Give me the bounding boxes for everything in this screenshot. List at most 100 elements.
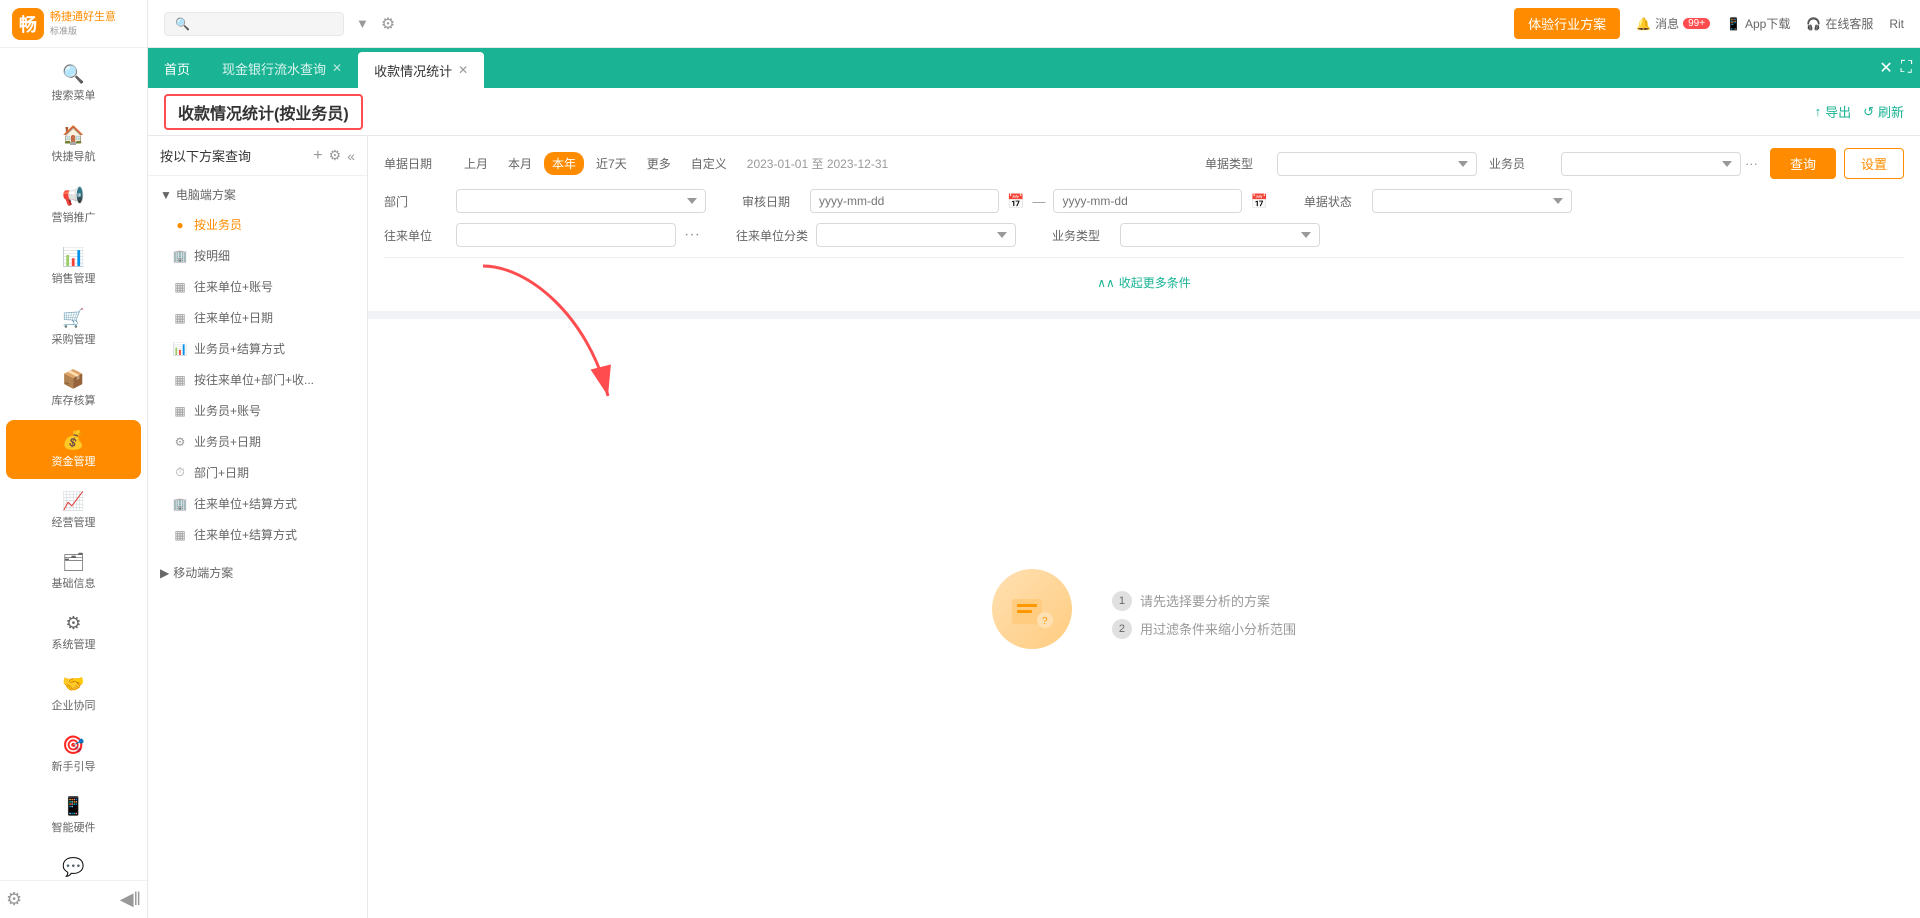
- topbar-chevron-icon[interactable]: ▼: [356, 16, 369, 31]
- salesperson-account-icon: ▦: [172, 403, 188, 419]
- date-buttons-group: 上月 本月 本年 近7天 更多 自定义: [456, 152, 735, 175]
- user-avatar[interactable]: Rit: [1889, 17, 1904, 31]
- scheme-group-desktop-title[interactable]: ▼ 电脑端方案: [148, 180, 367, 209]
- partner-date-icon: ▦: [172, 310, 188, 326]
- content-wrapper: 按以下方案查询 + ⚙ « ▼ 电脑端方案 ● 按业务员 🏢: [148, 136, 1920, 918]
- bell-icon: 🔔: [1636, 17, 1651, 31]
- service-icon: 🎧: [1806, 17, 1821, 31]
- collapse-panel-icon[interactable]: «: [347, 148, 355, 164]
- scheme-group-mobile-title[interactable]: ▶ 移动端方案: [148, 558, 367, 587]
- tab-bank-close-icon[interactable]: ✕: [332, 61, 342, 75]
- tab-receipt-close-icon[interactable]: ✕: [458, 63, 468, 77]
- scheme-item-partner-account[interactable]: ▦ 往来单位+账号: [148, 271, 367, 302]
- sidebar-item-label: 营销推广: [52, 209, 96, 225]
- sidebar-item-basic[interactable]: 🗂 基础信息: [6, 542, 141, 601]
- salesperson-select[interactable]: [1561, 152, 1741, 176]
- page-title-box: 收款情况统计(按业务员): [164, 94, 363, 130]
- setting-button[interactable]: 设置: [1844, 148, 1904, 179]
- voucher-type-label: 单据类型: [1205, 155, 1265, 172]
- tab-bank-label: 现金银行流水查询: [222, 59, 326, 78]
- sidebar-item-label: 销售管理: [52, 270, 96, 286]
- scheme-item-partner-settlement2[interactable]: ▦ 往来单位+结算方式: [148, 519, 367, 550]
- collapse-filter-button[interactable]: ∧∧ 收起更多条件: [1089, 266, 1199, 299]
- calendar-end-icon[interactable]: 📅: [1250, 193, 1267, 210]
- scheme-item-partner-dept[interactable]: ▦ 按往来单位+部门+收...: [148, 364, 367, 395]
- settings-footer-icon[interactable]: ⚙: [6, 889, 22, 910]
- date-btn-this-year[interactable]: 本年: [544, 152, 584, 175]
- scheme-item-salesperson-settlement[interactable]: 📊 业务员+结算方式: [148, 333, 367, 364]
- notifications-badge: 99+: [1683, 18, 1710, 29]
- partner-category-select[interactable]: [816, 223, 1016, 247]
- review-date-label: 审核日期: [742, 193, 802, 210]
- date-btn-more[interactable]: 更多: [639, 152, 679, 175]
- topbar-gear-icon[interactable]: ⚙: [381, 14, 395, 34]
- online-service-label: 在线客服: [1825, 15, 1873, 32]
- logo-icon: 畅: [12, 8, 44, 40]
- query-button[interactable]: 查询: [1770, 148, 1836, 179]
- salesperson-scheme-icon: ●: [172, 217, 188, 233]
- scheme-item-partner-date[interactable]: ▦ 往来单位+日期: [148, 302, 367, 333]
- scheme-item-salesperson-account[interactable]: ▦ 业务员+账号: [148, 395, 367, 426]
- tabbar-end: ✕ ⛶: [1879, 58, 1920, 78]
- review-date-end[interactable]: [1053, 189, 1242, 213]
- collapse-label: 收起更多条件: [1119, 274, 1191, 291]
- salesperson-settlement-icon: 📊: [172, 341, 188, 357]
- sidebar-item-wechat[interactable]: 💬 企业微信: [6, 847, 141, 880]
- scheme-item-label: 往来单位+结算方式: [194, 526, 297, 543]
- scheme-item-partner-settlement1[interactable]: 🏢 往来单位+结算方式: [148, 488, 367, 519]
- dept-select[interactable]: [456, 189, 706, 213]
- filter-row-1: 单据日期 上月 本月 本年 近7天 更多 自定义 2023-01-01 至 20…: [384, 148, 1904, 179]
- tab-bank[interactable]: 现金银行流水查询 ✕: [206, 48, 358, 88]
- page-actions: ↑ 导出 ↺ 刷新: [1815, 102, 1904, 121]
- topbar-search[interactable]: 🔍: [164, 12, 344, 36]
- scheme-item-salesperson-date[interactable]: ⚙ 业务员+日期: [148, 426, 367, 457]
- review-date-start[interactable]: [810, 189, 999, 213]
- sidebar-footer: ⚙ ◀‖: [0, 880, 147, 918]
- sidebar-item-purchase[interactable]: 🛒 采购管理: [6, 298, 141, 357]
- calendar-start-icon[interactable]: 📅: [1007, 193, 1024, 210]
- sidebar-item-finance[interactable]: 💰 资金管理: [6, 420, 141, 479]
- notifications-item[interactable]: 🔔 消息 99+: [1636, 15, 1710, 32]
- sidebar-item-sales[interactable]: 📊 销售管理: [6, 237, 141, 296]
- voucher-status-select[interactable]: [1372, 189, 1572, 213]
- sidebar-item-quicknav[interactable]: 🏠 快捷导航: [6, 115, 141, 174]
- sidebar-item-search[interactable]: 🔍 搜索菜单: [6, 54, 141, 113]
- sidebar-item-operations[interactable]: 📈 经营管理: [6, 481, 141, 540]
- left-panel: 按以下方案查询 + ⚙ « ▼ 电脑端方案 ● 按业务员 🏢: [148, 136, 368, 918]
- tab-home[interactable]: 首页: [148, 48, 206, 88]
- industry-plan-button[interactable]: 体验行业方案: [1514, 8, 1620, 39]
- close-window-icon[interactable]: ✕: [1879, 58, 1892, 78]
- date-btn-last-month[interactable]: 上月: [456, 152, 496, 175]
- sidebar-item-guide[interactable]: 🎯 新手引导: [6, 725, 141, 784]
- scheme-item-by-salesperson[interactable]: ● 按业务员: [148, 209, 367, 240]
- maximize-icon[interactable]: ⛶: [1901, 59, 1912, 77]
- scheme-item-dept-date[interactable]: ⏱ 部门+日期: [148, 457, 367, 488]
- sidebar-item-inventory[interactable]: 📦 库存核算: [6, 359, 141, 418]
- business-type-select[interactable]: [1120, 223, 1320, 247]
- voucher-type-select[interactable]: [1277, 152, 1477, 176]
- sidebar-item-system[interactable]: ⚙ 系统管理: [6, 603, 141, 662]
- partner-more-icon[interactable]: ···: [684, 226, 700, 244]
- purchase-icon: 🛒: [62, 308, 84, 329]
- scheme-settings-icon[interactable]: ⚙: [329, 147, 342, 164]
- empty-state-area: ? 1 请先选择要分析的方案 2 用过滤条件来缩小分析范围: [368, 319, 1920, 918]
- date-separator: —: [1032, 194, 1045, 209]
- app-download-item[interactable]: 📱 App下载: [1726, 15, 1790, 32]
- partner-input[interactable]: [456, 223, 676, 247]
- salesperson-more-icon[interactable]: ···: [1745, 156, 1758, 171]
- refresh-button[interactable]: ↺ 刷新: [1863, 102, 1904, 121]
- sidebar-item-enterprise[interactable]: 🤝 企业协同: [6, 664, 141, 723]
- logo-badge: 标准版: [50, 24, 116, 37]
- online-service-item[interactable]: 🎧 在线客服: [1806, 15, 1873, 32]
- add-scheme-icon[interactable]: +: [313, 147, 322, 165]
- date-btn-7days[interactable]: 近7天: [588, 152, 635, 175]
- sidebar-item-hardware[interactable]: 📱 智能硬件: [6, 786, 141, 845]
- date-btn-this-month[interactable]: 本月: [500, 152, 540, 175]
- collapse-sidebar-icon[interactable]: ◀‖: [120, 889, 141, 910]
- scheme-item-by-detail[interactable]: 🏢 按明细: [148, 240, 367, 271]
- sidebar-item-marketing[interactable]: 📢 营销推广: [6, 176, 141, 235]
- date-btn-custom[interactable]: 自定义: [683, 152, 735, 175]
- export-button[interactable]: ↑ 导出: [1815, 102, 1852, 121]
- export-icon: ↑: [1815, 104, 1822, 119]
- tab-receipt[interactable]: 收款情况统计 ✕: [358, 52, 484, 88]
